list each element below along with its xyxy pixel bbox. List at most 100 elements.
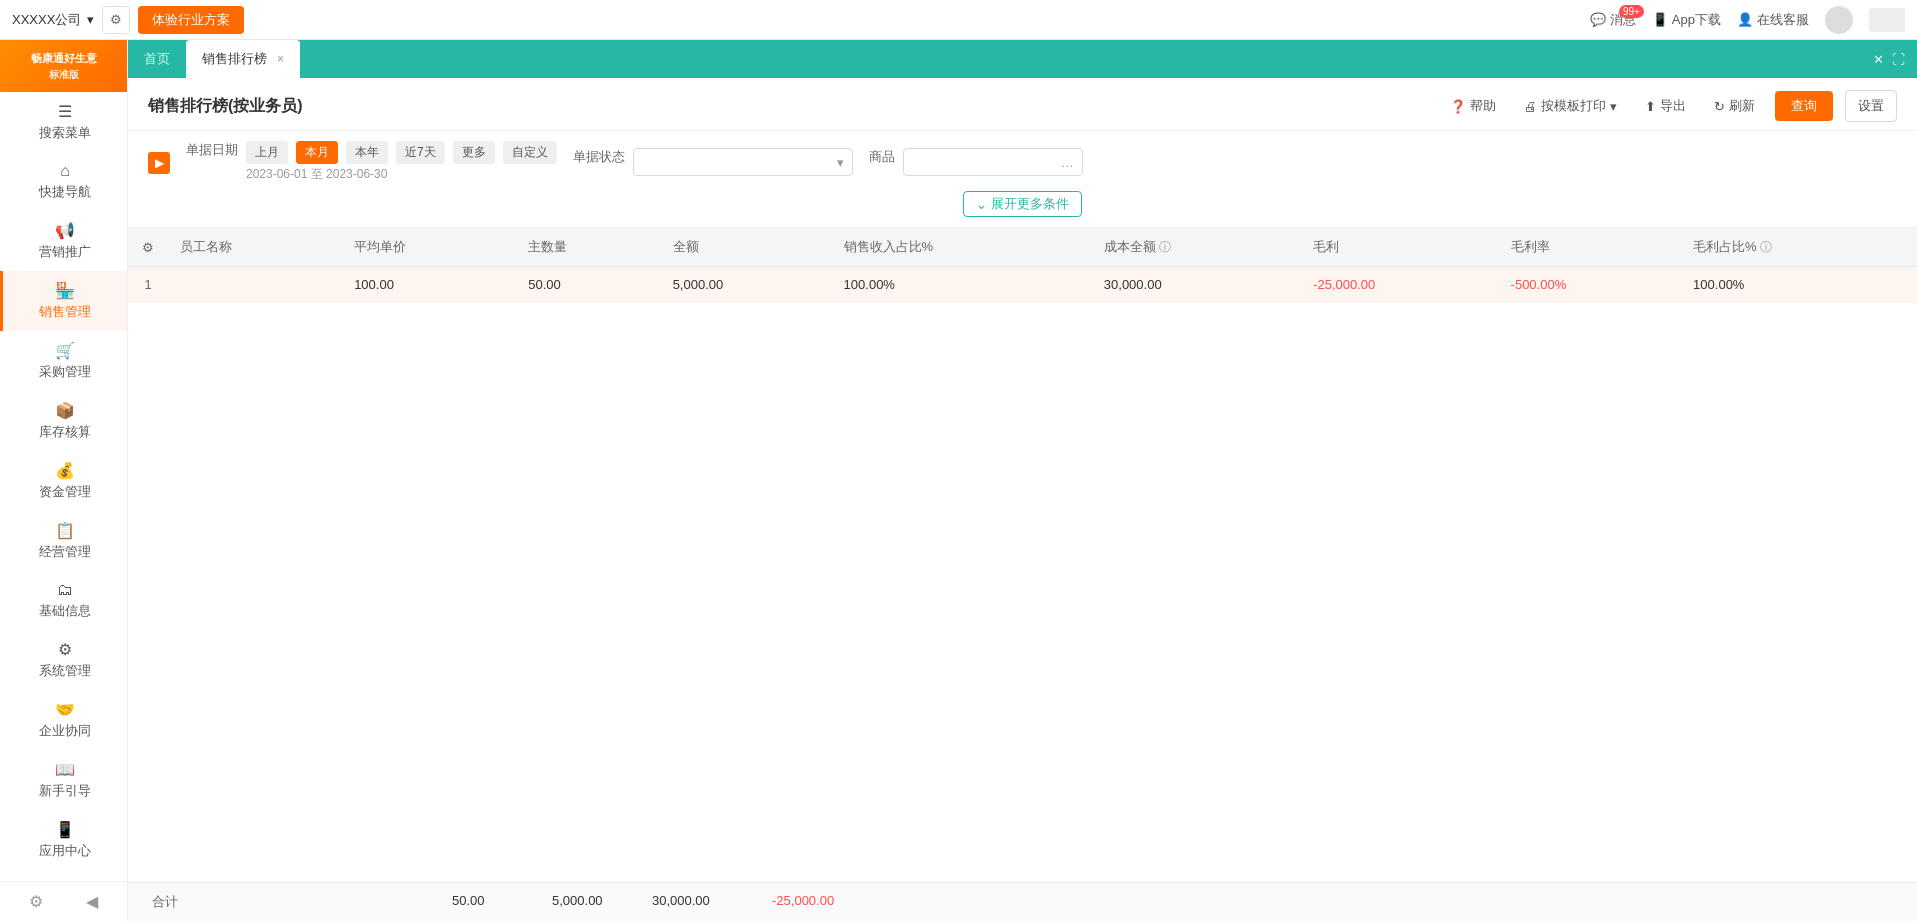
sidebar-item-system[interactable]: ⚙ 系统管理 xyxy=(0,630,127,690)
expand-conditions-button[interactable]: ⌄ 展开更多条件 xyxy=(963,191,1082,217)
avatar[interactable] xyxy=(1825,6,1853,34)
tab-maximize-icon[interactable]: ⛶ xyxy=(1892,52,1905,67)
cell-qty: 50.00 xyxy=(516,267,660,303)
sidebar-item-enterprise[interactable]: 🤝企业协同 xyxy=(0,690,127,750)
table-settings-button[interactable]: 设置 xyxy=(1845,90,1897,122)
service-icon: 👤 xyxy=(1737,12,1753,27)
page-actions: ❓ 帮助 🖨 按模板打印 ▾ ⬆ 导出 ↻ 刷新 xyxy=(1442,90,1897,122)
export-icon: ⬆ xyxy=(1645,99,1656,114)
goods-filter-wrapper: 商品 … xyxy=(869,148,1083,176)
sidebar-item-guide[interactable]: 📖新手引导 xyxy=(0,750,127,810)
sidebar-item-marketing[interactable]: 📢营销推广 xyxy=(0,211,127,271)
help-button[interactable]: ❓ 帮助 xyxy=(1442,93,1504,119)
date-btn-自定义[interactable]: 自定义 xyxy=(503,141,557,164)
sidebar-item-label-inventory: 库存核算 xyxy=(39,423,91,441)
apps-icon: 📱 xyxy=(55,820,75,839)
sidebar-item-label-guide: 新手引导 xyxy=(39,782,91,800)
refresh-label: 刷新 xyxy=(1729,97,1755,115)
sidebar-item-search[interactable]: ☰搜索菜单 xyxy=(0,92,127,152)
tab-close-sales-rank[interactable]: × xyxy=(277,52,284,66)
sidebar-item-inventory[interactable]: 📦库存核算 xyxy=(0,391,127,451)
date-btn-本月[interactable]: 本月 xyxy=(296,141,338,164)
cell-sales_pct: 100.00% xyxy=(832,267,1092,303)
sidebar-settings-icon[interactable]: ⚙ xyxy=(29,892,43,911)
trial-button[interactable]: 体验行业方案 xyxy=(138,6,244,34)
print-icon: 🖨 xyxy=(1524,99,1537,114)
company-selector[interactable]: XXXXX公司 ▾ xyxy=(12,11,94,29)
user-name[interactable] xyxy=(1869,8,1905,32)
print-button[interactable]: 🖨 按模板打印 ▾ xyxy=(1516,93,1625,119)
sidebar-item-basic[interactable]: 🗂基础信息 xyxy=(0,571,127,630)
search-icon: ☰ xyxy=(58,102,72,121)
date-range: 2023-06-01 至 2023-06-30 xyxy=(246,166,557,183)
settings-icon[interactable]: ⚙ xyxy=(102,6,130,34)
cell-avg_price: 100.00 xyxy=(342,267,516,303)
sidebar-item-purchase[interactable]: 🛒采购管理 xyxy=(0,331,127,391)
expand-chevron-icon: ⌄ xyxy=(976,197,987,212)
help-label: 帮助 xyxy=(1470,97,1496,115)
export-label: 导出 xyxy=(1660,97,1686,115)
sidebar-item-shortcut[interactable]: ⌂快捷导航 xyxy=(0,152,127,211)
sidebar-item-apps[interactable]: 📱 应用中心 xyxy=(0,810,127,870)
tab-sales-rank[interactable]: 销售排行榜× xyxy=(186,40,300,78)
refresh-icon: ↻ xyxy=(1714,99,1725,114)
sidebar-item-finance[interactable]: 💰资金管理 xyxy=(0,451,127,511)
operation-icon: 📋 xyxy=(55,521,75,540)
system-icon: ⚙ xyxy=(58,640,72,659)
print-chevron-icon: ▾ xyxy=(1610,99,1617,114)
goods-filter-label: 商品 xyxy=(869,148,895,166)
app-download-button[interactable]: 📱 App下载 xyxy=(1652,11,1721,29)
tab-bar-right: ✕⛶ xyxy=(1873,52,1917,67)
purchase-icon: 🛒 xyxy=(55,341,75,360)
col-header-cost: 成本全额 ⓘ xyxy=(1092,228,1301,267)
date-btn-更多[interactable]: 更多 xyxy=(453,141,495,164)
filter-bar: ▶ 单据日期 上月本月本年近7天更多自定义 2023-06-01 至 2023-… xyxy=(128,131,1917,228)
footer-gross: -25,000.00 xyxy=(760,893,880,911)
export-button[interactable]: ⬆ 导出 xyxy=(1637,93,1694,119)
col-info-icon-cost[interactable]: ⓘ xyxy=(1156,240,1171,254)
logo-title: 畅康通好生意 xyxy=(31,51,97,66)
cell-name xyxy=(168,267,342,303)
page-content: 销售排行榜(按业务员) ❓ 帮助 🖨 按模板打印 ▾ ⬆ 导出 xyxy=(128,78,1917,921)
date-btn-本年[interactable]: 本年 xyxy=(346,141,388,164)
print-label: 按模板打印 xyxy=(1541,97,1606,115)
footer-label: 合计 xyxy=(140,893,440,911)
top-bar: XXXXX公司 ▾ ⚙ 体验行业方案 💬 消息 99+ 📱 App下载 👤 在线… xyxy=(0,0,1917,40)
sidebar-item-label-system: 系统管理 xyxy=(39,662,91,680)
message-button[interactable]: 💬 消息 99+ xyxy=(1590,11,1636,29)
sidebar-item-operation[interactable]: 📋经营管理 xyxy=(0,511,127,571)
basic-icon: 🗂 xyxy=(57,581,73,599)
date-filter-label: 单据日期 xyxy=(186,141,238,159)
cell-gross_rate: -500.00% xyxy=(1499,267,1682,303)
sidebar-item-wechat[interactable]: 💬企业微信 xyxy=(0,870,127,881)
sidebar-item-sales[interactable]: 🏪销售管理 xyxy=(0,271,127,331)
query-button[interactable]: 查询 xyxy=(1775,91,1833,121)
logo-sub: 标准版 xyxy=(49,68,79,82)
tab-home[interactable]: 首页 xyxy=(128,40,186,78)
cell-settings: 1 xyxy=(128,267,168,303)
table-body: 1100.0050.005,000.00100.00%30,000.00-25,… xyxy=(128,267,1917,303)
col-info-icon-gross_pct[interactable]: ⓘ xyxy=(1757,240,1772,254)
chevron-down-icon: ▾ xyxy=(87,12,94,27)
footer-qty: 50.00 xyxy=(440,893,540,911)
col-header-gross_rate: 毛利率 xyxy=(1499,228,1682,267)
date-btn-近7天[interactable]: 近7天 xyxy=(396,141,445,164)
status-chevron-icon: ▾ xyxy=(837,155,844,170)
date-btn-上月[interactable]: 上月 xyxy=(246,141,288,164)
refresh-button[interactable]: ↻ 刷新 xyxy=(1706,93,1763,119)
filter-expand-arrow[interactable]: ▶ xyxy=(148,152,170,174)
status-select[interactable]: ▾ xyxy=(633,148,853,176)
col-header-amount: 全额 xyxy=(661,228,832,267)
service-label: 在线客服 xyxy=(1757,11,1809,29)
sidebar-item-label-marketing: 营销推广 xyxy=(39,243,91,261)
sidebar-logo: 畅康通好生意 标准版 xyxy=(0,40,127,92)
online-service-button[interactable]: 👤 在线客服 xyxy=(1737,11,1809,29)
table-footer: 合计 50.00 5,000.00 30,000.00 -25,000.00 xyxy=(128,882,1917,921)
sidebar-collapse-icon[interactable]: ◀ xyxy=(86,892,98,911)
col-header-qty: 主数量 xyxy=(516,228,660,267)
expand-row: ⌄ 展开更多条件 xyxy=(148,183,1897,217)
tab-close-icon[interactable]: ✕ xyxy=(1873,52,1884,67)
sidebar-item-label-apps: 应用中心 xyxy=(39,842,91,860)
goods-select[interactable]: … xyxy=(903,148,1083,176)
cell-gross_pct: 100.00% xyxy=(1681,267,1917,303)
